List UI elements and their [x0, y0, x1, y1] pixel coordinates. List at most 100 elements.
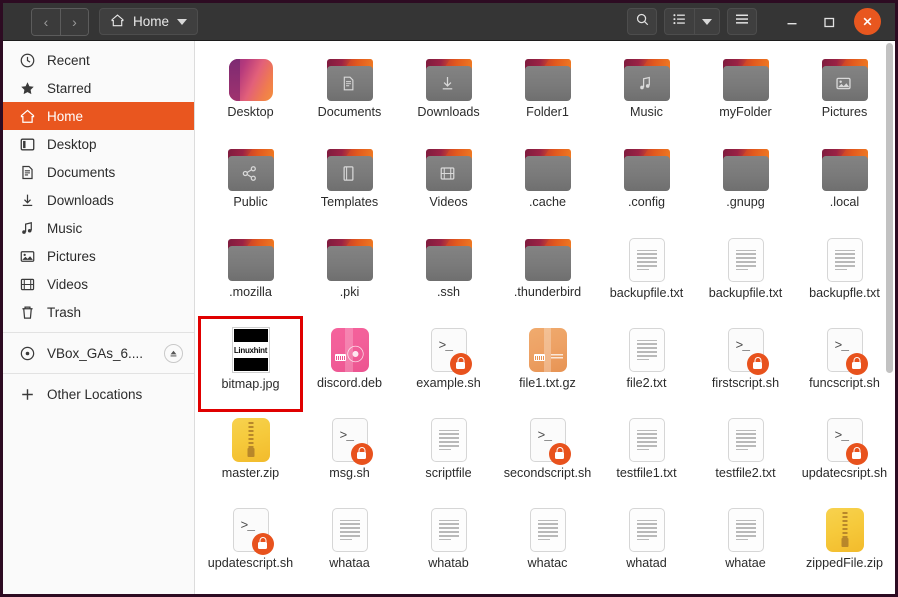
forward-button[interactable]: ›: [60, 8, 88, 35]
file-item[interactable]: .config: [597, 139, 696, 229]
sidebar-item-downloads[interactable]: Downloads: [3, 186, 194, 214]
file-item[interactable]: >_ funcscript.sh: [795, 319, 894, 409]
close-button[interactable]: [854, 8, 881, 35]
file-item[interactable]: testfile2.txt: [696, 409, 795, 499]
folder-icon: [722, 59, 770, 101]
file-item[interactable]: Downloads: [399, 49, 498, 139]
file-item[interactable]: Videos: [399, 139, 498, 229]
sidebar-item-other-locations[interactable]: Other Locations: [3, 380, 194, 408]
list-view-button[interactable]: [664, 8, 694, 35]
file-item[interactable]: file1.txt.gz: [498, 319, 597, 409]
eject-button[interactable]: [164, 343, 183, 363]
file-item[interactable]: .mozilla: [201, 229, 300, 319]
file-item[interactable]: myFolder: [696, 49, 795, 139]
file-item[interactable]: whatab: [399, 499, 498, 589]
file-item[interactable]: .cache: [498, 139, 597, 229]
file-item-label: secondscript.sh: [503, 466, 592, 480]
file-item[interactable]: >_ updatecsript.sh: [795, 409, 894, 499]
lock-emblem-icon: [449, 353, 472, 375]
music-icon: [19, 220, 36, 237]
file-item-label: file1.txt.gz: [519, 376, 576, 390]
sidebar-item-vbox-gas-6[interactable]: VBox_GAs_6....: [3, 339, 194, 367]
file-item[interactable]: >_ example.sh: [399, 319, 498, 409]
sidebar-item-music[interactable]: Music: [3, 214, 194, 242]
view-options-dropdown-button[interactable]: [694, 8, 720, 35]
file-item[interactable]: whatad: [597, 499, 696, 589]
main-menu-button[interactable]: [727, 8, 757, 35]
file-item[interactable]: >_ secondscript.sh: [498, 409, 597, 499]
minimize-button[interactable]: [777, 8, 807, 36]
text-file-icon: [628, 508, 665, 552]
folder-front: [227, 246, 274, 281]
file-item[interactable]: .pki: [300, 229, 399, 319]
folder-icon: [425, 59, 473, 101]
back-chevron-icon: ‹: [43, 13, 49, 30]
search-button[interactable]: [627, 8, 657, 35]
maximize-icon: [824, 17, 835, 27]
file-grid-view[interactable]: Desktop Documents Downloads Folder1 Music myF…: [195, 41, 895, 594]
folder-emblem-picture-icon: [821, 66, 867, 101]
file-item[interactable]: master.zip: [201, 409, 300, 499]
sidebar-item-trash[interactable]: Trash: [3, 298, 194, 326]
file-item[interactable]: Documents: [300, 49, 399, 139]
file-item-selected[interactable]: Linuxhint bitmap.jpg: [198, 316, 303, 412]
file-item[interactable]: backupfle.txt: [795, 229, 894, 319]
back-button[interactable]: ‹: [32, 8, 60, 35]
terminal-prompt-glyph: >_: [339, 428, 355, 443]
file-item[interactable]: scriptfile: [399, 409, 498, 499]
sidebar-item-recent[interactable]: Recent: [3, 46, 194, 74]
file-item[interactable]: .gnupg: [696, 139, 795, 229]
shell-script-icon: >_: [529, 418, 571, 465]
file-item[interactable]: >_ firstscript.sh: [696, 319, 795, 409]
file-item[interactable]: .ssh: [399, 229, 498, 319]
file-item[interactable]: Folder1: [498, 49, 597, 139]
text-file-icon: [529, 508, 566, 552]
sidebar-item-pictures[interactable]: Pictures: [3, 242, 194, 270]
file-item[interactable]: whatac: [498, 499, 597, 589]
file-item[interactable]: Desktop: [201, 49, 300, 139]
terminal-prompt-glyph: >_: [834, 338, 850, 353]
file-item-label: .pki: [339, 285, 360, 299]
shell-script-icon: >_: [430, 328, 472, 375]
folder-icon: [326, 149, 374, 191]
file-item[interactable]: whatae: [696, 499, 795, 589]
forward-chevron-icon: ›: [72, 13, 77, 30]
file-item[interactable]: backupfile.txt: [696, 229, 795, 319]
file-item[interactable]: zippedFile.zip: [795, 499, 894, 589]
titlebar-right-group: [627, 8, 889, 36]
maximize-button[interactable]: [814, 8, 844, 36]
sidebar-item-videos[interactable]: Videos: [3, 270, 194, 298]
file-item[interactable]: >_ updatescript.sh: [201, 499, 300, 589]
file-item[interactable]: file2.txt: [597, 319, 696, 409]
file-item[interactable]: ⦿ discord.deb: [300, 319, 399, 409]
sidebar-item-home[interactable]: Home: [3, 102, 194, 130]
file-item[interactable]: Public: [201, 139, 300, 229]
file-item[interactable]: testfile1.txt: [597, 409, 696, 499]
file-item-label: Folder1: [526, 105, 569, 119]
sidebar-item-documents[interactable]: Documents: [3, 158, 194, 186]
lock-emblem-icon: [548, 443, 571, 465]
desktop-folder-icon: [228, 59, 273, 101]
file-item-label: file2.txt: [626, 376, 667, 390]
text-file-icon: [727, 418, 764, 462]
file-item-label: example.sh: [416, 376, 481, 390]
sidebar-item-label: Desktop: [47, 136, 97, 152]
path-bar-home-button[interactable]: Home: [99, 8, 199, 35]
file-item-label: testfile2.txt: [715, 466, 776, 480]
file-item[interactable]: whataa: [300, 499, 399, 589]
file-item[interactable]: Music: [597, 49, 696, 139]
file-item-label: whatae: [725, 556, 766, 570]
file-item-label: Documents: [317, 105, 382, 119]
sidebar-item-desktop[interactable]: Desktop: [3, 130, 194, 158]
file-item[interactable]: .local: [795, 139, 894, 229]
file-item[interactable]: >_ msg.sh: [300, 409, 399, 499]
sidebar-item-starred[interactable]: Starred: [3, 74, 194, 102]
vertical-scrollbar[interactable]: [886, 43, 893, 373]
folder-icon: [524, 239, 572, 281]
file-item-label: backupfile.txt: [609, 286, 684, 300]
file-item[interactable]: Templates: [300, 139, 399, 229]
file-item[interactable]: backupfile.txt: [597, 229, 696, 319]
file-item[interactable]: Pictures: [795, 49, 894, 139]
terminal-prompt-glyph: >_: [834, 428, 850, 443]
file-item[interactable]: .thunderbird: [498, 229, 597, 319]
